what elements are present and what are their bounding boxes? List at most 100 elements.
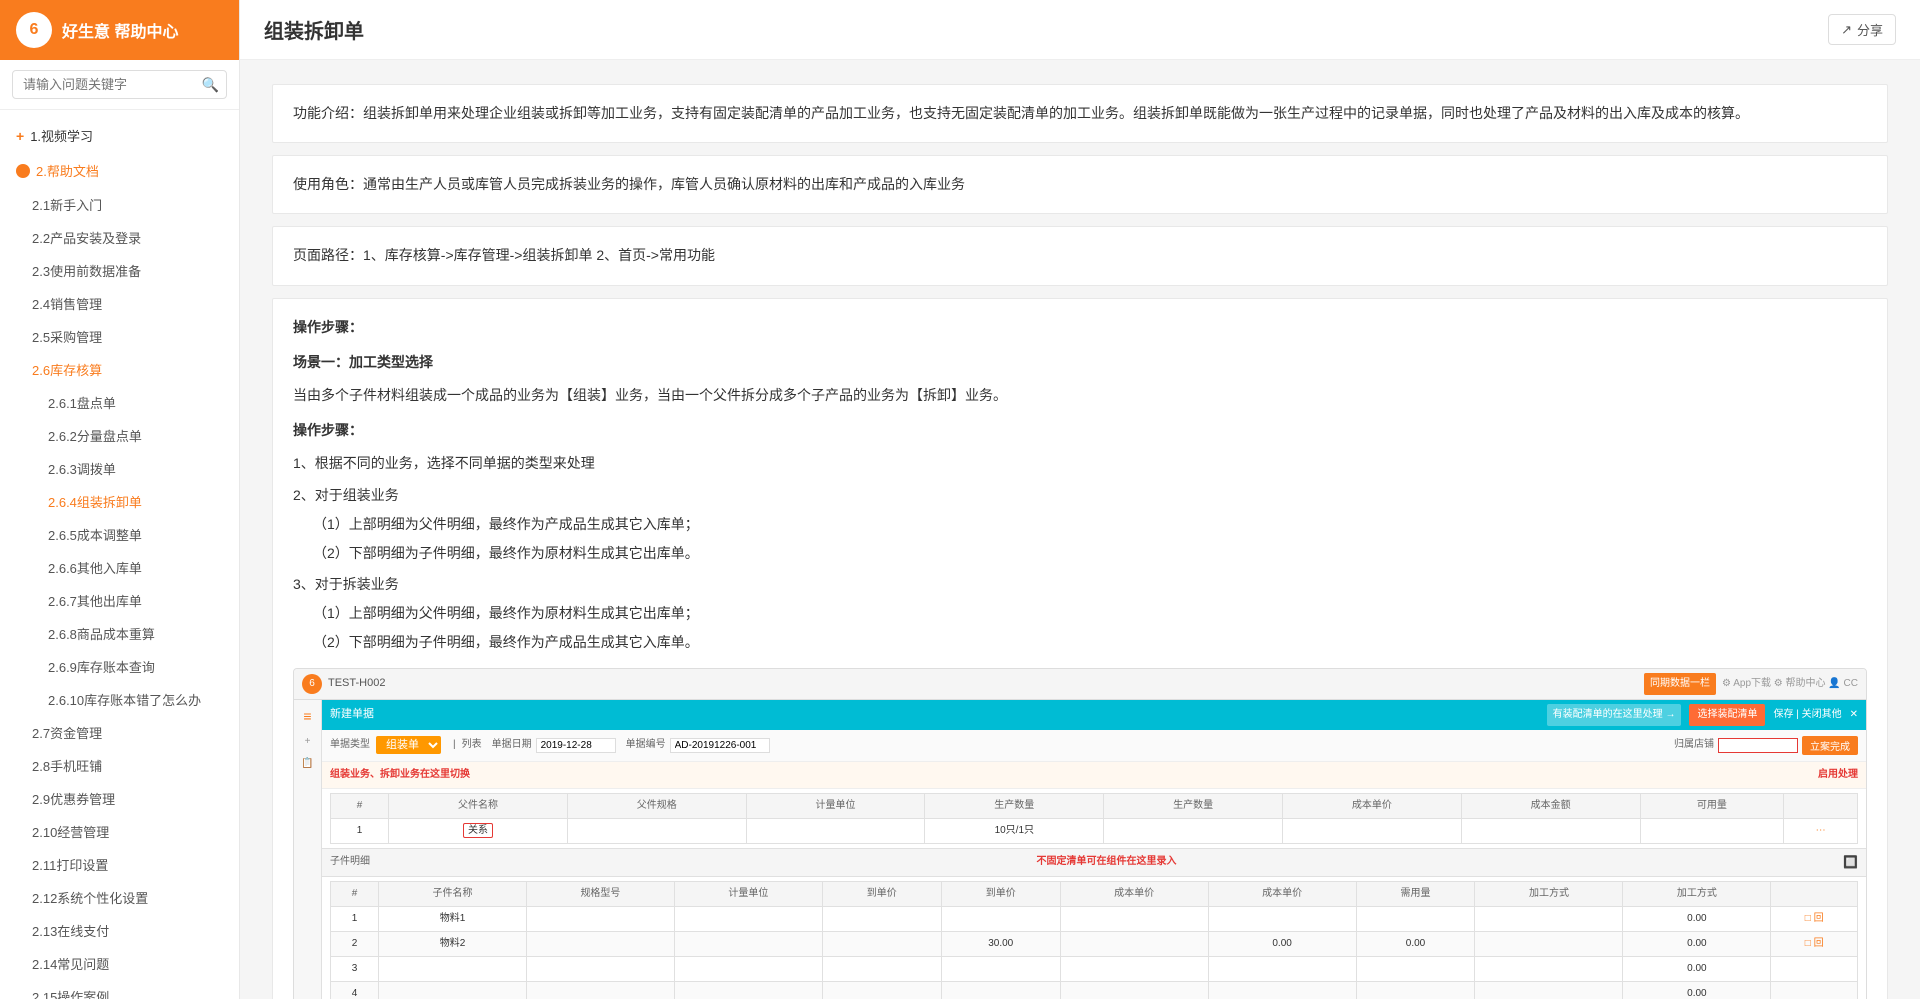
item-label: 2.9优惠券管理 bbox=[32, 789, 115, 808]
table-row: 1 关系 10只/1只 bbox=[331, 818, 1858, 843]
sidebar-item-label: 2.帮助文档 bbox=[36, 161, 99, 180]
number-input[interactable] bbox=[670, 738, 770, 753]
sidebar-item-system[interactable]: 2.12系统个性化设置 bbox=[0, 881, 239, 914]
share-label: 分享 bbox=[1857, 20, 1883, 39]
cell-cost-price bbox=[1282, 818, 1461, 843]
table-row: 40.00 bbox=[331, 982, 1858, 999]
item-label: 2.4销售管理 bbox=[32, 294, 102, 313]
item-label: 2.6.10库存账本错了怎么办 bbox=[48, 690, 201, 709]
role-card: 使用角色：通常由生产人员或库管人员完成拆装业务的操作，库管人员确认原材料的出库和… bbox=[272, 155, 1888, 214]
col-cost-price: 成本单价 bbox=[1060, 882, 1208, 907]
page-title: 组装拆卸单 bbox=[264, 15, 364, 44]
step3: 3、对于拆装业务 bbox=[293, 572, 1867, 597]
sidebar-item-print[interactable]: 2.11打印设置 bbox=[0, 848, 239, 881]
steps-title: 操作步骤： bbox=[293, 315, 1867, 340]
row-action-icon[interactable]: ⋯ bbox=[1816, 825, 1826, 836]
item-label: 2.6.2分量盘点单 bbox=[48, 426, 142, 445]
sidebar-item-stock269[interactable]: 2.6.9库存账本查询 bbox=[16, 650, 239, 683]
store-input[interactable] bbox=[1718, 738, 1798, 753]
cell-qty2 bbox=[1104, 818, 1283, 843]
sidebar-item-inventory[interactable]: 2.6库存核算 bbox=[0, 353, 239, 386]
sidebar-item-payment[interactable]: 2.13在线支付 bbox=[0, 914, 239, 947]
parent-name-input[interactable]: 关系 bbox=[463, 823, 493, 838]
sidebar-item-faq[interactable]: 2.14常见问题 bbox=[0, 947, 239, 980]
sidebar-item-stock265[interactable]: 2.6.5成本调整单 bbox=[16, 518, 239, 551]
col-need-qty: 需用量 bbox=[1356, 882, 1475, 907]
col-cost-amount: 成本金额 bbox=[1461, 793, 1640, 818]
sidebar-item-video[interactable]: + 1.视频学习 bbox=[0, 118, 239, 153]
sidebar-item-docs[interactable]: 2.帮助文档 bbox=[0, 153, 239, 188]
sidebar-item-install[interactable]: 2.2产品安装及登录 bbox=[0, 221, 239, 254]
type-select[interactable]: 组装单 拆卸单 bbox=[376, 736, 441, 754]
row-icon2[interactable]: □ 回 bbox=[1805, 938, 1824, 949]
nav-icon-1: ≡ bbox=[303, 704, 311, 729]
col-num: # bbox=[331, 882, 379, 907]
sidebar: 6 好生意 帮助中心 🔍 + 1.视频学习 2.帮助文档 2.1新手入门 2.2… bbox=[0, 0, 240, 999]
app-logo: 6 bbox=[16, 12, 52, 48]
sidebar-item-mobile[interactable]: 2.8手机旺铺 bbox=[0, 749, 239, 782]
sidebar-item-stock266[interactable]: 2.6.6其他入库单 bbox=[16, 551, 239, 584]
sidebar-item-purchase[interactable]: 2.5采购管理 bbox=[0, 320, 239, 353]
item-label: 2.6.4组装拆卸单 bbox=[48, 492, 142, 511]
sidebar-item-sales[interactable]: 2.4销售管理 bbox=[0, 287, 239, 320]
sidebar-item-ops[interactable]: 2.10经营管理 bbox=[0, 815, 239, 848]
cell-cost-amount bbox=[1461, 818, 1640, 843]
app-modal-header: 新建单据 有装配清单的在这里处理 → 选择装配清单 保存 | 关闭其他 ✕ bbox=[322, 700, 1866, 730]
item-label: 2.11打印设置 bbox=[32, 855, 108, 874]
col-parent-name: 父件名称 bbox=[389, 793, 568, 818]
number-label: 单据编号 bbox=[626, 736, 666, 754]
search-section: 🔍 bbox=[0, 60, 239, 110]
row-icon[interactable]: □ 回 bbox=[1805, 913, 1824, 924]
item-label: 2.6.7其他出库单 bbox=[48, 591, 142, 610]
item-label: 2.8手机旺铺 bbox=[32, 756, 102, 775]
sidebar-item-coupon[interactable]: 2.9优惠券管理 bbox=[0, 782, 239, 815]
store-field: 归属店铺 立案完成 bbox=[1674, 736, 1858, 755]
select-bom-btn[interactable]: 选择装配清单 bbox=[1689, 704, 1765, 726]
date-input[interactable] bbox=[536, 738, 616, 753]
sidebar-item-stock264[interactable]: 2.6.4组装拆卸单 bbox=[16, 485, 239, 518]
search-icon: 🔍 bbox=[202, 76, 219, 93]
search-input[interactable] bbox=[12, 70, 227, 99]
sidebar-item-stock267[interactable]: 2.6.7其他出库单 bbox=[16, 584, 239, 617]
sidebar-item-stock262[interactable]: 2.6.2分量盘点单 bbox=[16, 419, 239, 452]
lower-table: # 子件名称 规格型号 计量单位 到单价 到单价 成本单价 成本单价 需用量 bbox=[330, 881, 1858, 999]
item-label: 2.6.8商品成本重算 bbox=[48, 624, 155, 643]
confirm-btn[interactable]: 立案完成 bbox=[1802, 736, 1858, 755]
topbar-btn[interactable]: 同期数据一栏 bbox=[1644, 673, 1716, 695]
main-content: 功能介绍：组装拆卸单用来处理企业组装或拆卸等加工业务，支持有固定装配清单的产品加… bbox=[240, 60, 1920, 999]
step3-sub1: （1）上部明细为父件明细，最终作为原材料生成其它出库单； bbox=[293, 601, 1867, 626]
col-op bbox=[1771, 882, 1858, 907]
item-label: 2.3使用前数据准备 bbox=[32, 261, 141, 280]
sidebar-item-cases[interactable]: 2.15操作案例 bbox=[0, 980, 239, 999]
role-text: 使用角色：通常由生产人员或库管人员完成拆装业务的操作，库管人员确认原材料的出库和… bbox=[293, 172, 1867, 197]
annotation4-label: 不固定清单可在组件在这里录入 bbox=[1037, 853, 1177, 871]
nav-icon-2: + bbox=[305, 733, 311, 751]
sidebar-item-prepare[interactable]: 2.3使用前数据准备 bbox=[0, 254, 239, 287]
sidebar-header: 6 好生意 帮助中心 bbox=[0, 0, 239, 60]
item-label: 2.1新手入门 bbox=[32, 195, 102, 214]
step2-sub1: （1）上部明细为父件明细，最终作为产成品生成其它入库单； bbox=[293, 512, 1867, 537]
sidebar-item-finance[interactable]: 2.7资金管理 bbox=[0, 716, 239, 749]
col-child-name: 子件名称 bbox=[379, 882, 527, 907]
intro-text: 功能介绍：组装拆卸单用来处理企业组装或拆卸等加工业务，支持有固定装配清单的产品加… bbox=[293, 101, 1867, 126]
close-btn[interactable]: ✕ bbox=[1850, 706, 1858, 724]
sidebar-item-stock261[interactable]: 2.6.1盘点单 bbox=[16, 386, 239, 419]
store-label: 归属店铺 bbox=[1674, 736, 1714, 754]
screenshot-container: 6 TEST-H002 同期数据一栏 ⚙ App下载 ⚙ 帮助中心 👤 CC ≡… bbox=[293, 668, 1867, 999]
sidebar-item-stock263[interactable]: 2.6.3调拨单 bbox=[16, 452, 239, 485]
sidebar-item-stock268[interactable]: 2.6.8商品成本重算 bbox=[16, 617, 239, 650]
nav-icon-3: 📋 bbox=[301, 755, 313, 773]
item-label: 2.13在线支付 bbox=[32, 921, 109, 940]
sidebar-item-stock2610[interactable]: 2.6.10库存账本错了怎么办 bbox=[16, 683, 239, 716]
sidebar-sub-docs: 2.1新手入门 2.2产品安装及登录 2.3使用前数据准备 2.4销售管理 2.… bbox=[0, 188, 239, 999]
col-price: 到单价 bbox=[822, 882, 941, 907]
table-row: 2 物料2 30.00 0.00 0.00 bbox=[331, 932, 1858, 957]
lower-action-icon: 🔲 bbox=[1843, 852, 1858, 874]
item-label: 2.2产品安装及登录 bbox=[32, 228, 141, 247]
collapse-icon bbox=[16, 164, 30, 178]
item-label: 2.6.1盘点单 bbox=[48, 393, 116, 412]
expand-icon: + bbox=[16, 128, 24, 144]
sidebar-item-new[interactable]: 2.1新手入门 bbox=[0, 188, 239, 221]
steps-intro: 操作步骤： bbox=[293, 418, 1867, 443]
share-button[interactable]: ↗ 分享 bbox=[1828, 14, 1896, 45]
